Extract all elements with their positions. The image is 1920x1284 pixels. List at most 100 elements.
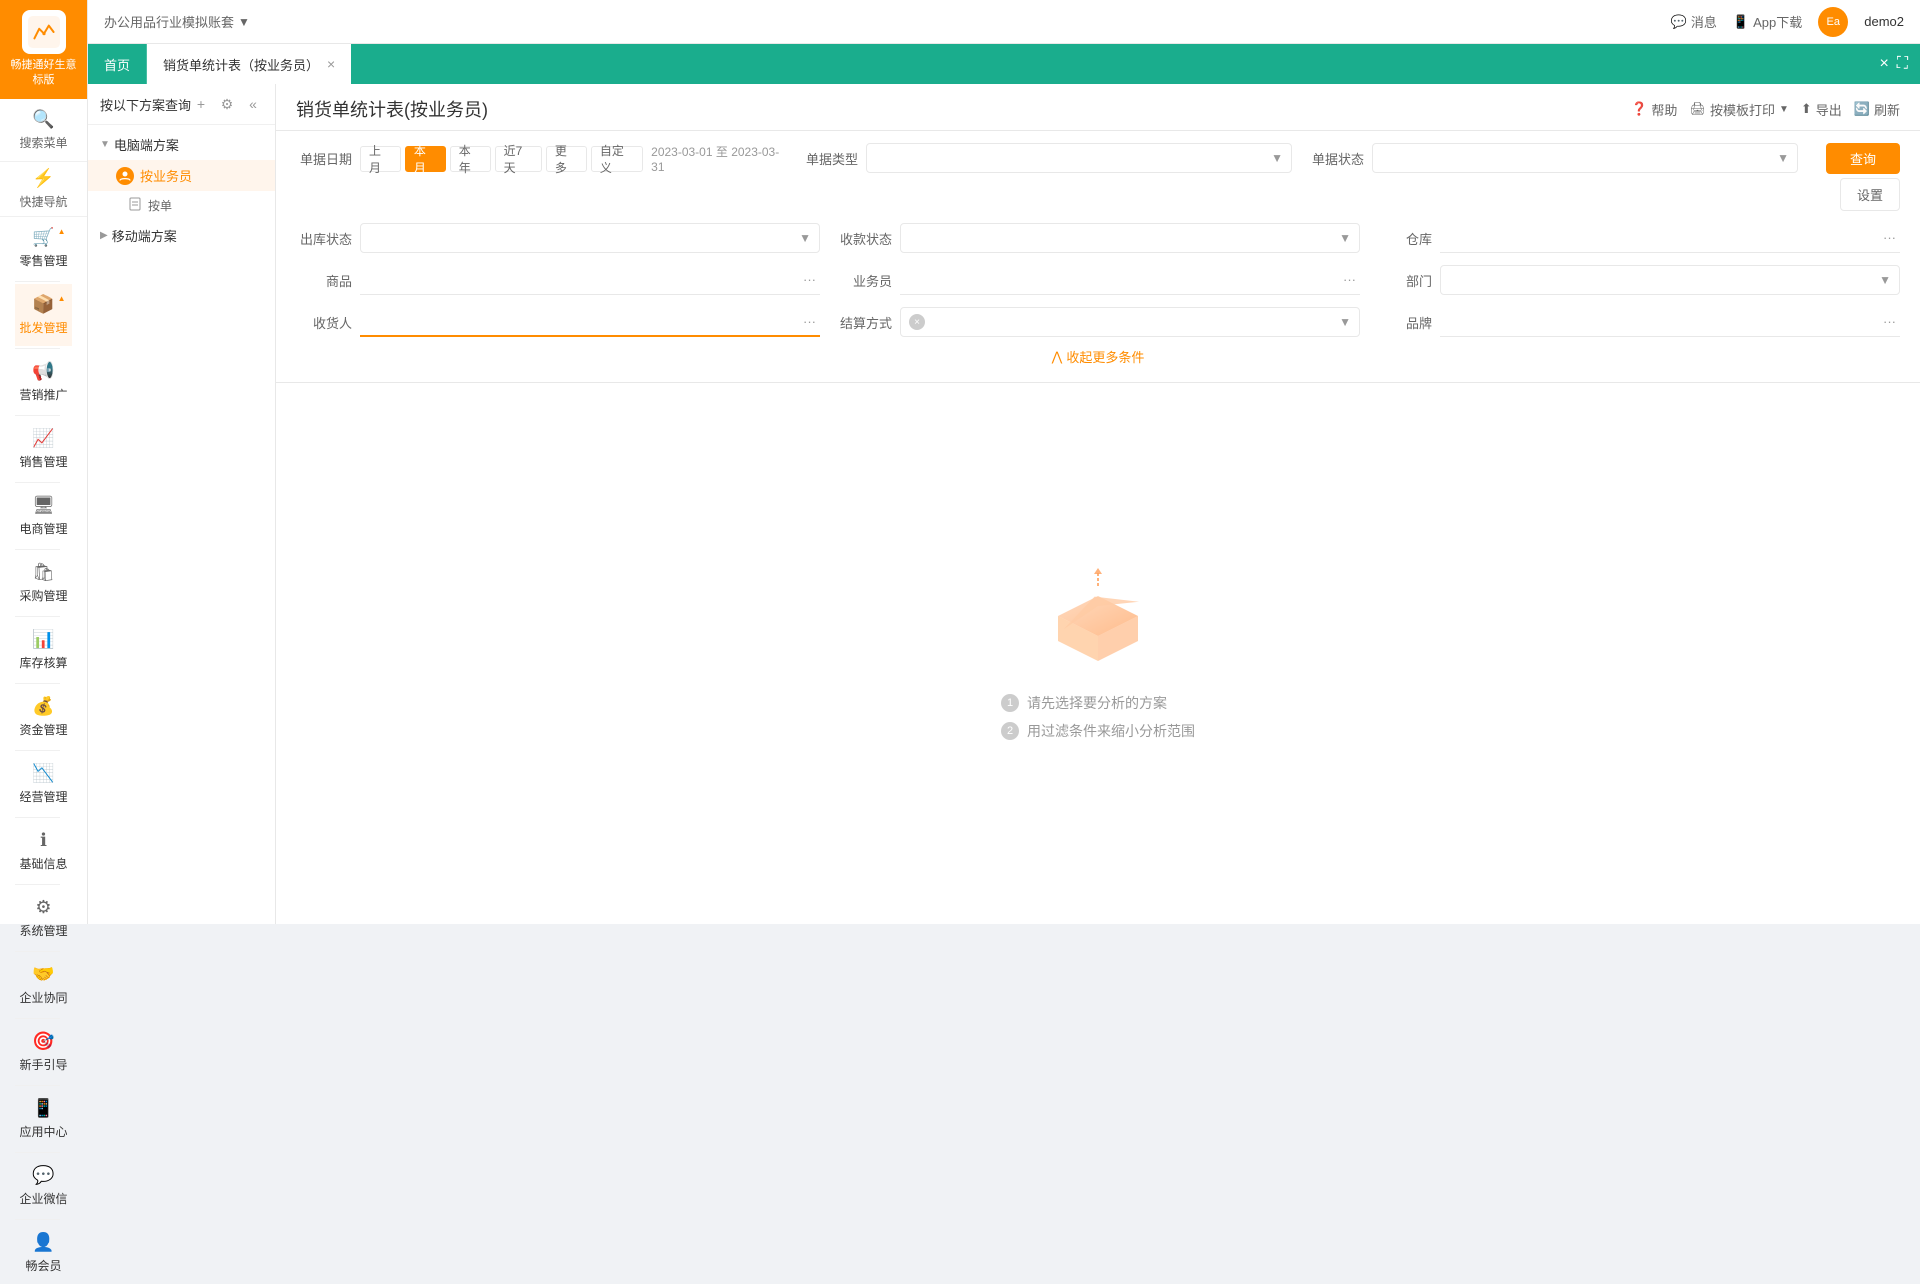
sidebar-item-operation[interactable]: 📉 经营管理	[15, 753, 71, 815]
message-btn[interactable]: 💬 消息	[1671, 12, 1717, 31]
doc-type-label: 单据类型	[802, 149, 858, 168]
doc-status-select[interactable]: ▼	[1372, 143, 1798, 173]
sidebar-item-member[interactable]: 👤 畅会员	[15, 1222, 71, 1284]
avatar[interactable]: Ea	[1818, 7, 1848, 37]
step-2-label: 用过滤条件来缩小分析范围	[1027, 721, 1195, 741]
custom-date-tab[interactable]: 自定义	[591, 146, 643, 172]
consignee-dots: ···	[803, 314, 816, 329]
purchase-icon: 🛍	[32, 562, 55, 583]
order-scheme-icon	[128, 197, 142, 214]
sidebar-item-wholesale[interactable]: 📦 批发管理 ▲	[15, 284, 71, 346]
sidebar-quicknav-item[interactable]: ⚡ 快捷导航	[0, 162, 87, 217]
out-status-select[interactable]: ▼	[360, 223, 820, 253]
out-status-arrow: ▼	[799, 231, 811, 245]
settlement-arrow: ▼	[1339, 315, 1351, 329]
sidebar-item-enterprise[interactable]: 🤝 企业协同	[15, 954, 71, 1016]
dept-select[interactable]: ▼	[1440, 265, 1900, 295]
sidebar-divider	[15, 750, 60, 751]
close-right-icon[interactable]: ×	[1879, 55, 1888, 73]
tab-close-icon[interactable]: ×	[327, 56, 335, 72]
account-label: 办公用品行业模拟账套	[104, 12, 234, 31]
download-icon: 📱	[1733, 14, 1749, 30]
filter-row-3: 商品 ··· 业务员 ··· 部门	[296, 265, 1900, 295]
export-btn[interactable]: ⬆ 导出	[1801, 100, 1842, 119]
warehouse-input[interactable]: ···	[1440, 223, 1900, 253]
help-btn[interactable]: ❓ 帮助	[1631, 100, 1677, 119]
refresh-btn[interactable]: 🔄 刷新	[1854, 100, 1900, 119]
doc-type-select[interactable]: ▼	[866, 143, 1292, 173]
print-arrow-icon: ▼	[1779, 104, 1789, 115]
consignee-label: 收货人	[296, 313, 352, 332]
desktop-group-header[interactable]: ▼ 电脑端方案	[88, 129, 275, 160]
mobile-group-arrow: ▶	[100, 230, 108, 241]
sidebar-search-item[interactable]: 🔍 搜索菜单	[0, 99, 87, 162]
settlement-label: 结算方式	[836, 313, 892, 332]
sidebar-item-system[interactable]: ⚙ 系统管理	[15, 887, 71, 949]
sidebar-item-wechat[interactable]: 💬 企业微信	[15, 1155, 71, 1217]
last-month-tab[interactable]: 上月	[360, 146, 401, 172]
query-setting-btns: 查询 设置	[1826, 143, 1900, 211]
collapse-panel-btn[interactable]: «	[243, 94, 263, 114]
setting-btn[interactable]: 设置	[1840, 178, 1900, 211]
operation-label: 经营管理	[19, 788, 67, 805]
tabbar: 首页 销货单统计表（按业务员） × × ⛶	[88, 44, 1920, 84]
empty-step-2: 2 用过滤条件来缩小分析范围	[1001, 721, 1195, 741]
basic-label: 基础信息	[19, 855, 67, 872]
app-download-btn[interactable]: 📱 App下载	[1733, 12, 1802, 31]
sidebar-item-finance[interactable]: 💰 资金管理	[15, 686, 71, 748]
salesperson-scheme-item[interactable]: 按业务员	[88, 160, 275, 191]
page-header: 销货单统计表(按业务员) ❓ 帮助 🖨 按模板打印 ▼ ⬆ 导出	[276, 84, 1920, 131]
settlement-clear-btn[interactable]: ×	[909, 314, 925, 330]
sidebar-item-appcenter[interactable]: 📱 应用中心	[15, 1088, 71, 1150]
sidebar-item-basic[interactable]: ℹ 基础信息	[15, 820, 71, 882]
dept-label: 部门	[1376, 271, 1432, 290]
salesperson-field: 业务员 ···	[836, 265, 1360, 295]
search-icon: 🔍	[32, 109, 54, 130]
sidebar-divider	[15, 616, 60, 617]
this-month-tab[interactable]: 本月	[405, 146, 446, 172]
print-btn[interactable]: 🖨 按模板打印 ▼	[1689, 100, 1788, 119]
enterprise-label: 企业协同	[19, 989, 67, 1006]
more-date-tab[interactable]: 更多	[546, 146, 587, 172]
step-2-num: 2	[1001, 722, 1019, 740]
doc-type-field: 单据类型 ▼	[802, 143, 1292, 173]
sidebar-item-newbie[interactable]: 🎯 新手引导	[15, 1021, 71, 1083]
marketing-icon: 📢	[32, 361, 54, 382]
this-year-tab[interactable]: 本年	[450, 146, 491, 172]
last7days-tab[interactable]: 近7天	[495, 146, 542, 172]
active-tab[interactable]: 销货单统计表（按业务员） ×	[147, 44, 351, 84]
sidebar-divider	[15, 1152, 60, 1153]
page-actions: ❓ 帮助 🖨 按模板打印 ▼ ⬆ 导出 🔄 刷新	[1631, 100, 1900, 119]
sidebar-item-purchase[interactable]: 🛍 采购管理	[15, 552, 71, 614]
order-scheme-item[interactable]: 按单	[88, 191, 275, 220]
warehouse-field: 仓库 ···	[1376, 223, 1900, 253]
sidebar-item-retail[interactable]: 🛒 零售管理 ▲	[15, 217, 71, 279]
home-tab[interactable]: 首页	[88, 44, 147, 84]
settings-scheme-btn[interactable]: ⚙	[217, 94, 237, 114]
sidebar-item-ecommerce[interactable]: 🖥 电商管理	[15, 485, 71, 547]
collect-status-arrow: ▼	[1339, 231, 1351, 245]
salesperson-input[interactable]: ···	[900, 265, 1360, 295]
sidebar-divider	[15, 281, 60, 282]
app-logo[interactable]: 畅捷通好生意 标版	[0, 0, 87, 99]
consignee-input[interactable]: ···	[360, 307, 820, 337]
sidebar-item-sales[interactable]: 📈 销售管理	[15, 418, 71, 480]
operation-icon: 📉	[32, 763, 54, 784]
mobile-group-header[interactable]: ▶ 移动端方案	[88, 220, 275, 251]
settlement-field: 结算方式 × ▼	[836, 307, 1360, 337]
account-dropdown[interactable]: 办公用品行业模拟账套 ▼	[104, 12, 250, 31]
out-status-field: 出库状态 ▼	[296, 223, 820, 253]
sidebar-divider	[15, 1219, 60, 1220]
collapse-btn[interactable]: ⋀ 收起更多条件	[296, 343, 1900, 370]
add-scheme-btn[interactable]: +	[191, 94, 211, 114]
collect-status-select[interactable]: ▼	[900, 223, 1360, 253]
sidebar-item-marketing[interactable]: 📢 营销推广	[15, 351, 71, 413]
sidebar-item-inventory[interactable]: 📊 库存核算	[15, 619, 71, 681]
settlement-select[interactable]: × ▼	[900, 307, 1360, 337]
brand-input[interactable]: ···	[1440, 307, 1900, 337]
collect-status-label: 收款状态	[836, 229, 892, 248]
expand-icon[interactable]: ⛶	[1897, 55, 1908, 73]
goods-input[interactable]: ···	[360, 265, 820, 295]
query-btn[interactable]: 查询	[1826, 143, 1900, 174]
date-field: 单据日期 上月 本月 本年	[296, 143, 786, 174]
